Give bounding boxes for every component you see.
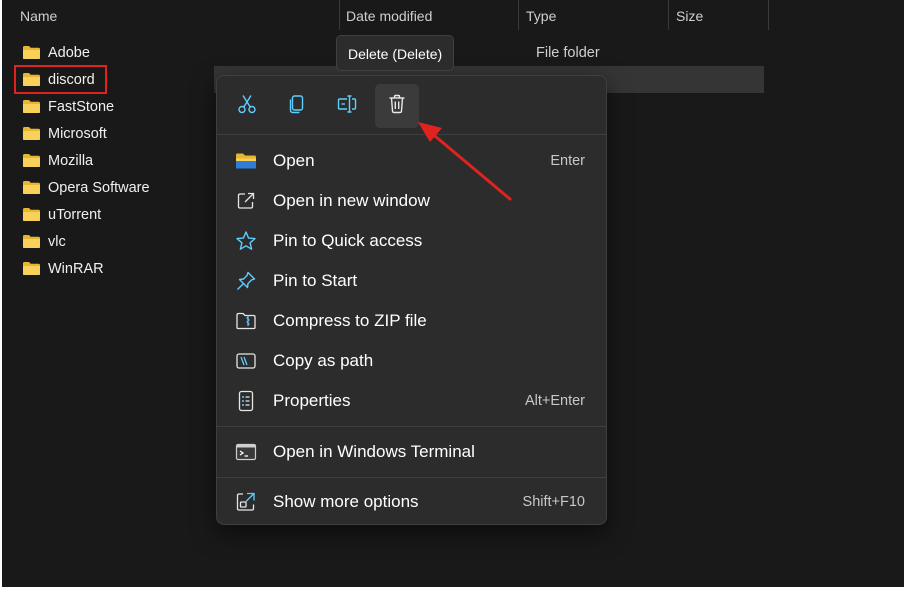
column-header-name[interactable]: Name — [14, 0, 339, 30]
file-name: uTorrent — [48, 206, 102, 223]
menu-item-open-new-window[interactable]: Open in new window — [221, 182, 603, 220]
folder-icon — [22, 99, 41, 114]
copy-button[interactable] — [275, 84, 319, 128]
menu-item-copy-as-path[interactable]: Copy as path — [221, 342, 603, 380]
scissors-icon — [236, 93, 258, 120]
copy-icon — [286, 93, 308, 120]
column-header-date-modified[interactable]: Date modified — [340, 0, 518, 30]
folder-icon — [22, 207, 41, 222]
open-external-icon — [235, 190, 257, 212]
menu-item-open[interactable]: Open Enter — [221, 142, 603, 180]
column-header-bar: Name Date modified Type Size — [2, 0, 904, 32]
menu-separator — [217, 477, 606, 478]
zip-icon — [235, 310, 257, 332]
file-name: Opera Software — [48, 179, 150, 196]
menu-item-compress-zip[interactable]: Compress to ZIP file — [221, 302, 603, 340]
folder-icon — [22, 180, 41, 195]
menu-item-label: Open in new window — [273, 191, 430, 210]
menu-item-label: Pin to Quick access — [273, 231, 423, 250]
rename-icon — [336, 93, 358, 120]
file-name: vlc — [48, 233, 66, 250]
file-row-microsoft[interactable]: Microsoft — [14, 120, 214, 147]
menu-item-shortcut: Enter — [550, 153, 585, 169]
folder-icon — [22, 261, 41, 276]
menu-item-label: Copy as path — [273, 351, 374, 370]
properties-icon — [235, 390, 257, 412]
context-menu-toolbar — [217, 76, 606, 134]
menu-item-shortcut: Alt+Enter — [524, 393, 585, 409]
menu-item-open-terminal[interactable]: Open in Windows Terminal — [221, 433, 603, 471]
folder-icon — [22, 126, 41, 141]
menu-item-shortcut: Shift+F10 — [522, 494, 585, 510]
menu-item-pin-quick-access[interactable]: Pin to Quick access — [221, 222, 603, 260]
menu-item-pin-start[interactable]: Pin to Start — [221, 262, 603, 300]
more-options-icon — [235, 491, 257, 513]
column-header-size[interactable]: Size — [670, 0, 768, 30]
file-name: FastStone — [48, 98, 115, 115]
trash-icon — [386, 93, 408, 120]
menu-item-label: Show more options — [273, 492, 419, 511]
file-row-mozilla[interactable]: Mozilla — [14, 147, 214, 174]
file-row-utorrent[interactable]: uTorrent — [14, 201, 214, 228]
menu-item-properties[interactable]: Properties Alt+Enter — [221, 382, 603, 420]
column-header-type[interactable]: Type — [520, 0, 668, 30]
file-explorer-window: Name Date modified Type Size Adobe File … — [2, 0, 904, 587]
folder-icon — [22, 45, 41, 60]
file-name: WinRAR — [48, 260, 104, 277]
context-menu: Open Enter Open in new window Pin to Qui… — [216, 75, 607, 525]
file-type: File folder — [536, 44, 600, 61]
menu-item-label: Properties — [273, 391, 351, 410]
column-divider[interactable] — [518, 0, 519, 30]
menu-item-label: Compress to ZIP file — [273, 311, 427, 330]
annotation-highlight-box — [14, 65, 107, 94]
terminal-icon — [235, 441, 257, 463]
menu-item-label: Open — [273, 151, 315, 170]
menu-item-label: Open in Windows Terminal — [273, 442, 475, 461]
menu-item-show-more-options[interactable]: Show more options Shift+F10 — [221, 483, 603, 521]
file-name: Microsoft — [48, 125, 107, 142]
column-divider[interactable] — [768, 0, 769, 30]
pin-icon — [235, 270, 257, 292]
file-row-vlc[interactable]: vlc — [14, 228, 214, 255]
folder-icon — [235, 150, 257, 172]
file-row-faststone[interactable]: FastStone — [14, 93, 214, 120]
file-name: Adobe — [48, 44, 90, 61]
delete-button[interactable] — [375, 84, 419, 128]
copy-path-icon — [235, 350, 257, 372]
file-row-opera-software[interactable]: Opera Software — [14, 174, 214, 201]
file-name: Mozilla — [48, 152, 94, 169]
column-divider[interactable] — [668, 0, 669, 30]
file-row-winrar[interactable]: WinRAR — [14, 255, 214, 282]
menu-item-label: Pin to Start — [273, 271, 358, 290]
folder-icon — [22, 153, 41, 168]
menu-separator — [217, 134, 606, 135]
cut-button[interactable] — [225, 84, 269, 128]
delete-tooltip: Delete (Delete) — [336, 35, 455, 71]
menu-separator — [217, 426, 606, 427]
star-icon — [235, 230, 257, 252]
folder-icon — [22, 234, 41, 249]
rename-button[interactable] — [325, 84, 369, 128]
